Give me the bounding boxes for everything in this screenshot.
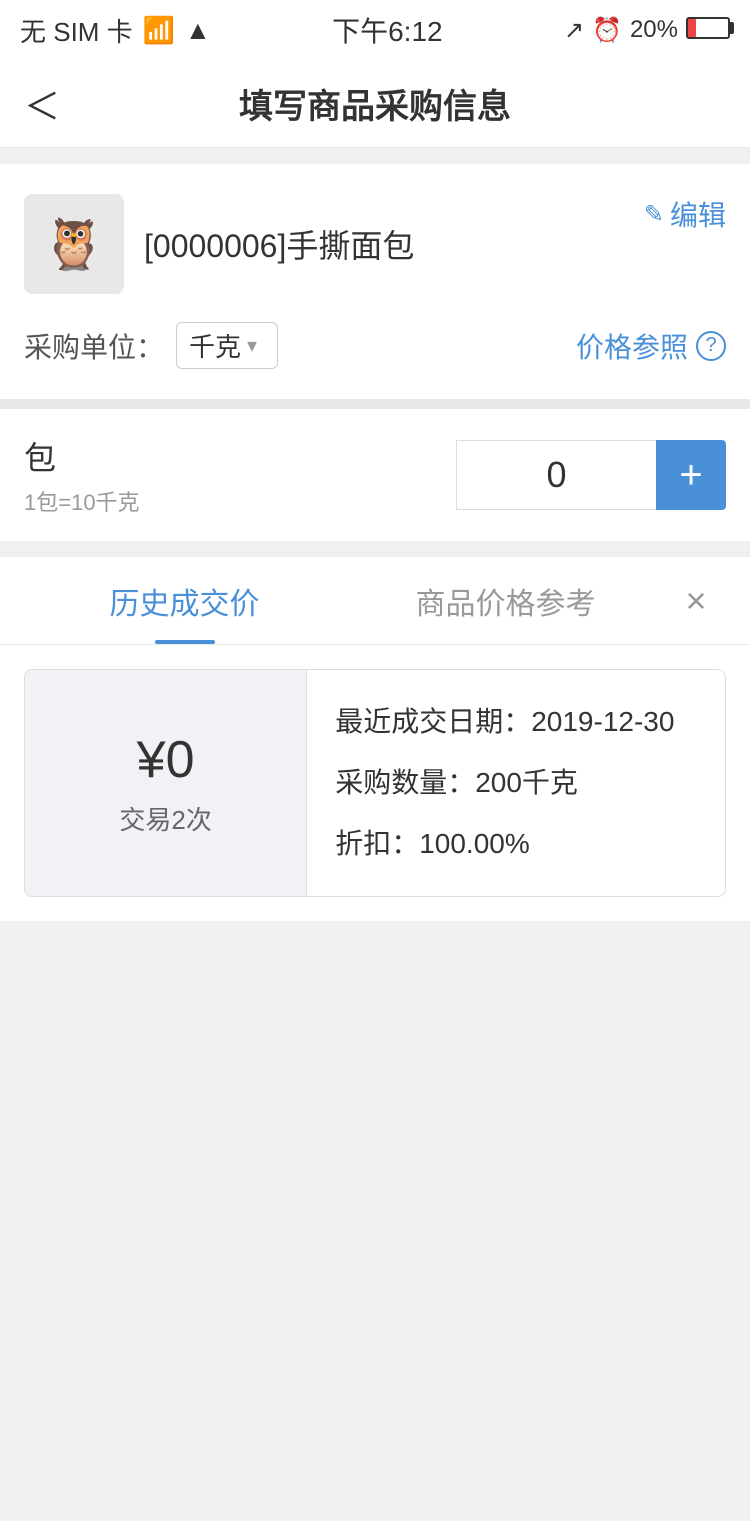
quantity-input[interactable]: 0	[456, 440, 656, 510]
wifi-icon: 📶	[143, 15, 175, 46]
date-label: 最近成交日期：	[335, 706, 531, 737]
edit-button[interactable]: ✎ 编辑	[644, 194, 726, 234]
unit-row: 采购单位： 千克 ▾	[24, 322, 278, 369]
carrier-text: 无 SIM 卡	[20, 12, 133, 49]
price-ref-button[interactable]: 价格参照 ?	[576, 326, 726, 366]
trade-price: ¥0	[137, 730, 195, 790]
product-image: 🦉	[24, 194, 124, 294]
product-card: 🦉 [0000006]手撕面包 ✎ 编辑 采购单位： 千克 ▾ 价格参照 ?	[0, 164, 750, 399]
product-left: 🦉 [0000006]手撕面包	[24, 194, 414, 294]
edit-label: 编辑	[670, 194, 726, 234]
quantity-unit-sub: 1包=10千克	[24, 485, 140, 517]
unit-label: 采购单位：	[24, 326, 164, 366]
page-title: 填写商品采购信息	[239, 79, 511, 128]
quantity-row: 包 1包=10千克 0 +	[0, 409, 750, 541]
wifi-signal-icon: ▲	[185, 15, 211, 46]
dropdown-arrow-icon: ▾	[247, 333, 257, 358]
panel-close-button[interactable]: ×	[666, 580, 726, 622]
tab-reference-label: 商品价格参考	[416, 579, 596, 623]
trade-count: 交易2次	[119, 800, 211, 837]
discount-value: 100.00%	[419, 828, 530, 859]
quantity-control: 0 +	[456, 440, 726, 510]
product-name: [0000006]手撕面包	[144, 221, 414, 267]
header: ＜ 填写商品采购信息	[0, 60, 750, 148]
section-divider	[0, 399, 750, 409]
date-value: 2019-12-30	[531, 706, 674, 737]
status-right: ↗ ⏰ 20%	[564, 16, 730, 45]
product-bottom-row: 采购单位： 千克 ▾ 价格参照 ?	[24, 314, 726, 369]
status-left: 无 SIM 卡 📶 ▲	[20, 12, 211, 49]
status-time: 下午6:12	[332, 10, 443, 50]
quantity-label: 包 1包=10千克	[24, 433, 140, 517]
trade-qty-row: 采购数量：200千克	[335, 761, 697, 806]
price-ref-label: 价格参照	[576, 326, 688, 366]
price-panel: 历史成交价 商品价格参考 × ¥0 交易2次 最近成交日期：2019-12-30…	[0, 557, 750, 921]
battery-icon	[686, 16, 730, 44]
trade-card-right: 最近成交日期：2019-12-30 采购数量：200千克 折扣：100.00%	[307, 670, 725, 896]
battery-percent: 20%	[630, 16, 678, 44]
status-bar: 无 SIM 卡 📶 ▲ 下午6:12 ↗ ⏰ 20%	[0, 0, 750, 60]
trade-card-left: ¥0 交易2次	[25, 670, 307, 896]
location-icon: ↗	[564, 16, 584, 45]
tab-price-reference[interactable]: 商品价格参考	[345, 557, 666, 644]
tab-history-price[interactable]: 历史成交价	[24, 557, 345, 644]
discount-label: 折扣：	[335, 828, 419, 859]
alarm-icon: ⏰	[592, 16, 622, 45]
product-thumbnail-icon: 🦉	[43, 215, 105, 274]
quantity-unit-main: 包	[24, 433, 140, 479]
qty-value: 200千克	[475, 767, 578, 798]
back-button[interactable]: ＜	[24, 78, 60, 130]
qty-label: 采购数量：	[335, 767, 475, 798]
unit-value: 千克	[189, 327, 241, 364]
trade-discount-row: 折扣：100.00%	[335, 822, 697, 867]
help-icon: ?	[696, 331, 726, 361]
trade-date-row: 最近成交日期：2019-12-30	[335, 700, 697, 745]
unit-select[interactable]: 千克 ▾	[176, 322, 278, 369]
tab-history-label: 历史成交价	[110, 579, 260, 623]
edit-icon: ✎	[644, 200, 664, 229]
bottom-space	[0, 921, 750, 1521]
trade-card-wrapper: ¥0 交易2次 最近成交日期：2019-12-30 采购数量：200千克 折扣：…	[0, 645, 750, 921]
trade-card: ¥0 交易2次 最近成交日期：2019-12-30 采购数量：200千克 折扣：…	[24, 669, 726, 897]
quantity-plus-button[interactable]: +	[656, 440, 726, 510]
panel-tabs: 历史成交价 商品价格参考 ×	[0, 557, 750, 645]
product-top-row: 🦉 [0000006]手撕面包 ✎ 编辑	[24, 194, 726, 294]
